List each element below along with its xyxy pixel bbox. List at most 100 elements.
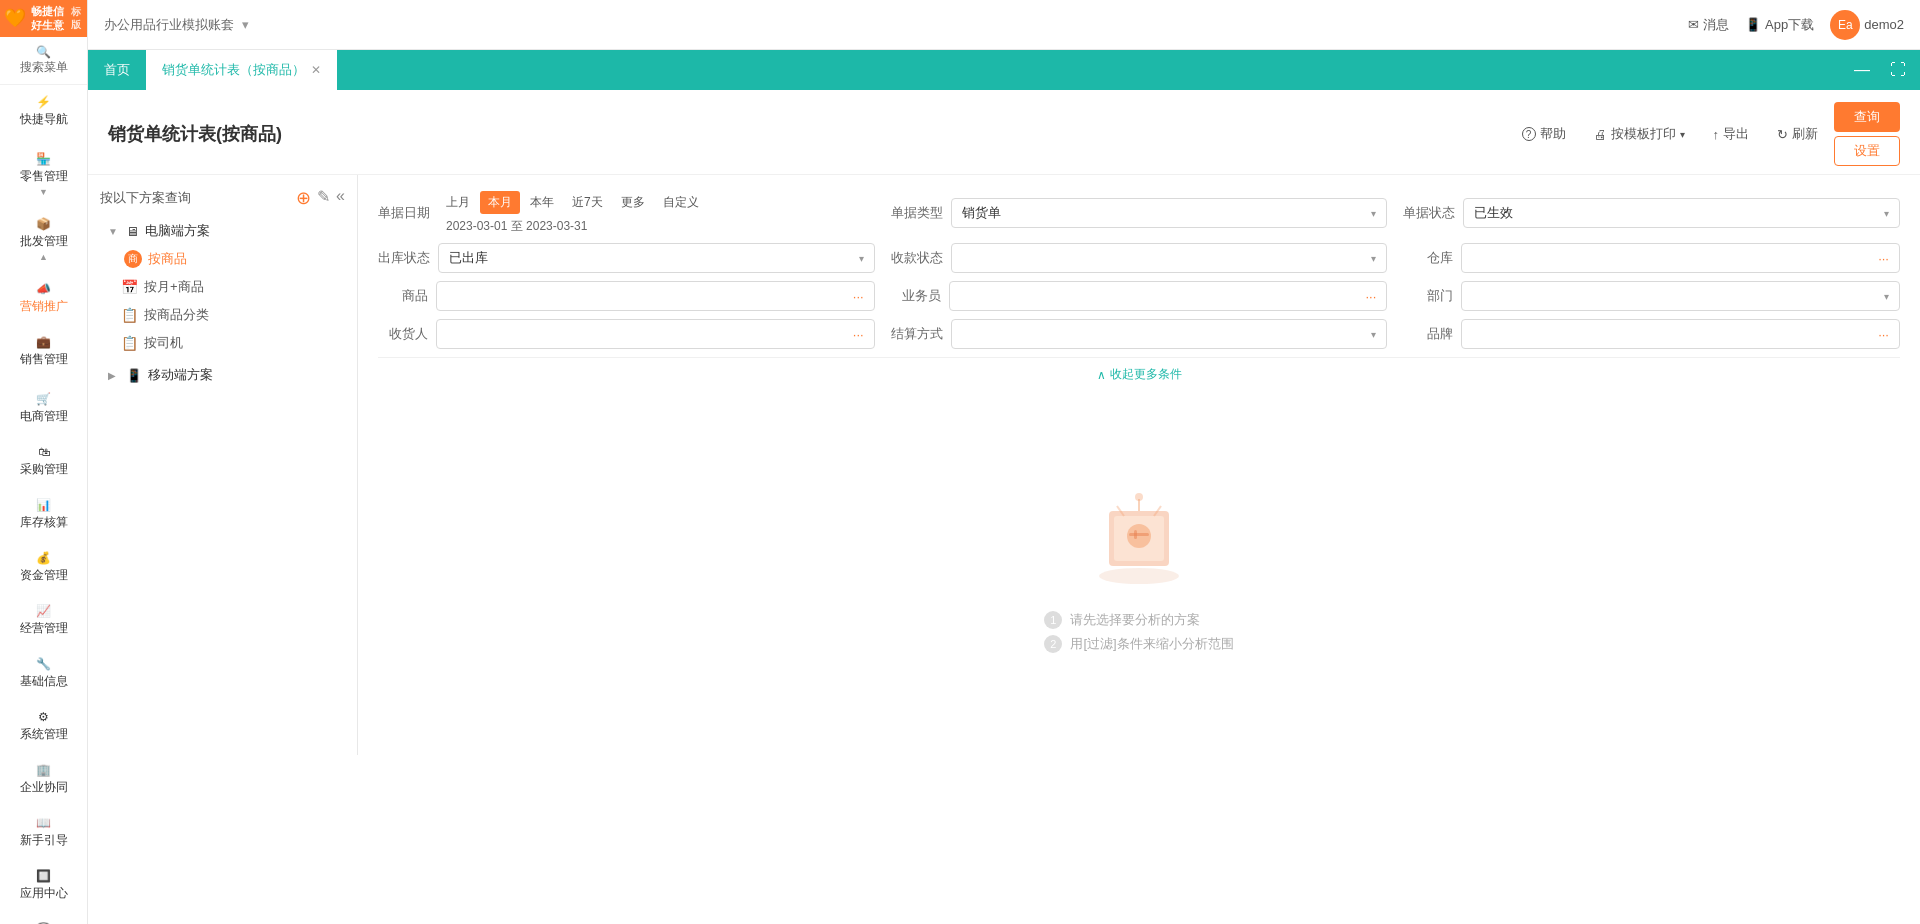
wholesale-arrow: ▲ xyxy=(39,252,48,262)
tree-child-cashier[interactable]: 📋 按司机 xyxy=(88,329,357,357)
product-label: 商品 xyxy=(378,287,428,305)
svg-point-7 xyxy=(1135,493,1143,501)
tree-child-category[interactable]: 📋 按商品分类 xyxy=(88,301,357,329)
sidebar-item-ecommerce[interactable]: 🛒 电商管理 xyxy=(0,382,87,435)
template-print-btn[interactable]: 🖨 按模板打印 ▾ xyxy=(1586,121,1693,147)
header-right: ✉ 消息 📱 App下载 Ea demo2 xyxy=(1688,10,1904,40)
tab-sales-stat[interactable]: 销货单统计表（按商品） ✕ xyxy=(146,50,337,90)
tab-bar: 首页 销货单统计表（按商品） ✕ — ⛶ xyxy=(88,50,1920,90)
docstatus-select[interactable]: 已生效 ▾ xyxy=(1463,198,1900,228)
sidebar-item-appstore[interactable]: 🔲 应用中心 xyxy=(0,859,87,912)
sidebar-item-quick-nav[interactable]: ⚡ 快捷导航 xyxy=(0,85,87,138)
sidebar-item-inventory[interactable]: 📊 库存核算 xyxy=(0,488,87,541)
sidebar-item-system[interactable]: ⚙ 系统管理 xyxy=(0,700,87,753)
empty-illustration xyxy=(1079,471,1199,591)
app-download-btn[interactable]: 📱 App下载 xyxy=(1745,16,1814,34)
product-input[interactable]: ··· xyxy=(436,281,875,311)
settings-btn[interactable]: 设置 xyxy=(1834,136,1900,166)
nav-icon-appstore: 🔲 xyxy=(36,869,51,883)
header-workspace: 办公用品行业模拟账套 ▾ xyxy=(104,16,249,34)
by-product-label: 按商品 xyxy=(148,250,187,268)
hint-item-2: 2 用[过滤]条件来缩小分析范围 xyxy=(1044,635,1233,653)
date-tab-custom[interactable]: 自定义 xyxy=(655,191,707,214)
hint-list: 1 请先选择要分析的方案 2 用[过滤]条件来缩小分析范围 xyxy=(1044,611,1233,659)
sidebar-item-basic[interactable]: 🔧 基础信息 xyxy=(0,647,87,700)
tab-home[interactable]: 首页 xyxy=(88,50,146,90)
sidebar-item-enterprise[interactable]: 🏢 企业协同 xyxy=(0,753,87,806)
filter-date-cell: 单据日期 上月 本月 本年 近7天 更多 自定义 20 xyxy=(378,191,875,235)
receiptstatus-select[interactable]: ▾ xyxy=(951,243,1388,273)
collapse-bar[interactable]: ∧ 收起更多条件 xyxy=(378,357,1900,391)
hint-text-1: 请先选择要分析的方案 xyxy=(1070,611,1200,629)
sidebar-item-sales[interactable]: 💼 销售管理 xyxy=(0,325,87,378)
receiptstatus-chevron: ▾ xyxy=(1371,253,1376,264)
doctype-value: 销货单 xyxy=(962,204,1001,222)
sidebar-item-wechat[interactable]: 💬 企业微信 xyxy=(0,912,87,924)
brand-ellipsis: ··· xyxy=(1878,327,1889,342)
receiver-ellipsis: ··· xyxy=(853,327,864,342)
collapse-panel-btn[interactable]: « xyxy=(336,187,345,209)
add-scheme-btn[interactable]: ⊕ xyxy=(296,187,311,209)
edit-scheme-btn[interactable]: ✎ xyxy=(317,187,330,209)
tree-item-by-product[interactable]: 商 按商品 xyxy=(88,245,357,273)
staff-label: 业务员 xyxy=(891,287,941,305)
sidebar-item-marketing[interactable]: 📣 营销推广 xyxy=(0,272,87,325)
nav-icon-ecommerce: 🛒 xyxy=(36,392,51,406)
filter-outstatus-cell: 出库状态 已出库 ▾ xyxy=(378,243,875,273)
date-tab-this-year[interactable]: 本年 xyxy=(522,191,562,214)
outstatus-select[interactable]: 已出库 ▾ xyxy=(438,243,875,273)
payment-select[interactable]: ▾ xyxy=(951,319,1388,349)
user-profile[interactable]: Ea demo2 xyxy=(1830,10,1904,40)
help-btn[interactable]: ? 帮助 xyxy=(1514,121,1574,147)
mobile-group-arrow: ▶ xyxy=(108,370,120,381)
workspace-chevron[interactable]: ▾ xyxy=(242,17,249,32)
warehouse-input[interactable]: ··· xyxy=(1461,243,1900,273)
date-range-display: 2023-03-01 至 2023-03-31 xyxy=(446,218,875,235)
filter-payment-cell: 结算方式 ▾ xyxy=(891,319,1388,349)
filter-row2: 出库状态 已出库 ▾ 收款状态 ▾ xyxy=(378,243,1900,273)
export-btn[interactable]: ↑ 导出 xyxy=(1705,121,1758,147)
staff-input[interactable]: ··· xyxy=(949,281,1388,311)
receiver-input[interactable]: ··· xyxy=(436,319,875,349)
sidebar-item-finance[interactable]: 💰 资金管理 xyxy=(0,541,87,594)
svg-point-0 xyxy=(1099,568,1179,584)
receiptstatus-label: 收款状态 xyxy=(891,249,943,267)
avatar: Ea xyxy=(1830,10,1860,40)
tab-minimize-btn[interactable]: — xyxy=(1848,56,1876,84)
sidebar-item-wholesale[interactable]: 📦 批发管理 ▲ xyxy=(0,207,87,272)
outstatus-chevron: ▾ xyxy=(859,253,864,264)
dept-select[interactable]: ▾ xyxy=(1461,281,1900,311)
left-panel-title: 按以下方案查询 xyxy=(100,189,191,207)
page-title: 销货单统计表(按商品) xyxy=(108,122,282,146)
tab-maximize-btn[interactable]: ⛶ xyxy=(1884,56,1912,84)
left-panel-header: 按以下方案查询 ⊕ ✎ « xyxy=(88,187,357,217)
filter-receiptstatus-cell: 收款状态 ▾ xyxy=(891,243,1388,273)
sidebar-item-operations[interactable]: 📈 经营管理 xyxy=(0,594,87,647)
message-btn[interactable]: ✉ 消息 xyxy=(1688,16,1729,34)
tree-child-month-product[interactable]: 📅 按月+商品 xyxy=(88,273,357,301)
tree-group-mobile[interactable]: ▶ 📱 移动端方案 xyxy=(88,361,357,389)
brand-input[interactable]: ··· xyxy=(1461,319,1900,349)
refresh-btn[interactable]: ↻ 刷新 xyxy=(1769,121,1826,147)
tab-close-btn[interactable]: ✕ xyxy=(311,63,321,77)
hint-num-2: 2 xyxy=(1044,635,1062,653)
logo-icon: 🧡 xyxy=(4,7,26,30)
date-tab-this-month[interactable]: 本月 xyxy=(480,191,520,214)
filter-warehouse-cell: 仓库 ··· xyxy=(1403,243,1900,273)
hint-item-1: 1 请先选择要分析的方案 xyxy=(1044,611,1233,629)
category-icon: 📋 xyxy=(120,307,138,323)
tree-group-pc[interactable]: ▼ 🖥 电脑端方案 xyxy=(88,217,357,245)
query-btn[interactable]: 查询 xyxy=(1834,102,1900,132)
empty-state: 1 请先选择要分析的方案 2 用[过滤]条件来缩小分析范围 xyxy=(378,391,1900,739)
message-icon: ✉ xyxy=(1688,17,1699,32)
doctype-label: 单据类型 xyxy=(891,204,943,222)
sidebar-search[interactable]: 🔍 搜索菜单 xyxy=(0,37,87,85)
sidebar-item-purchase[interactable]: 🛍 采购管理 xyxy=(0,435,87,488)
sidebar-item-retail[interactable]: 🏪 零售管理 ▼ xyxy=(0,142,87,207)
doctype-select[interactable]: 销货单 ▾ xyxy=(951,198,1388,228)
sidebar-item-guide[interactable]: 📖 新手引导 xyxy=(0,806,87,859)
date-tab-7days[interactable]: 近7天 xyxy=(564,191,611,214)
date-tab-more[interactable]: 更多 xyxy=(613,191,653,214)
date-tab-last-month[interactable]: 上月 xyxy=(438,191,478,214)
left-panel-actions: ⊕ ✎ « xyxy=(296,187,345,209)
